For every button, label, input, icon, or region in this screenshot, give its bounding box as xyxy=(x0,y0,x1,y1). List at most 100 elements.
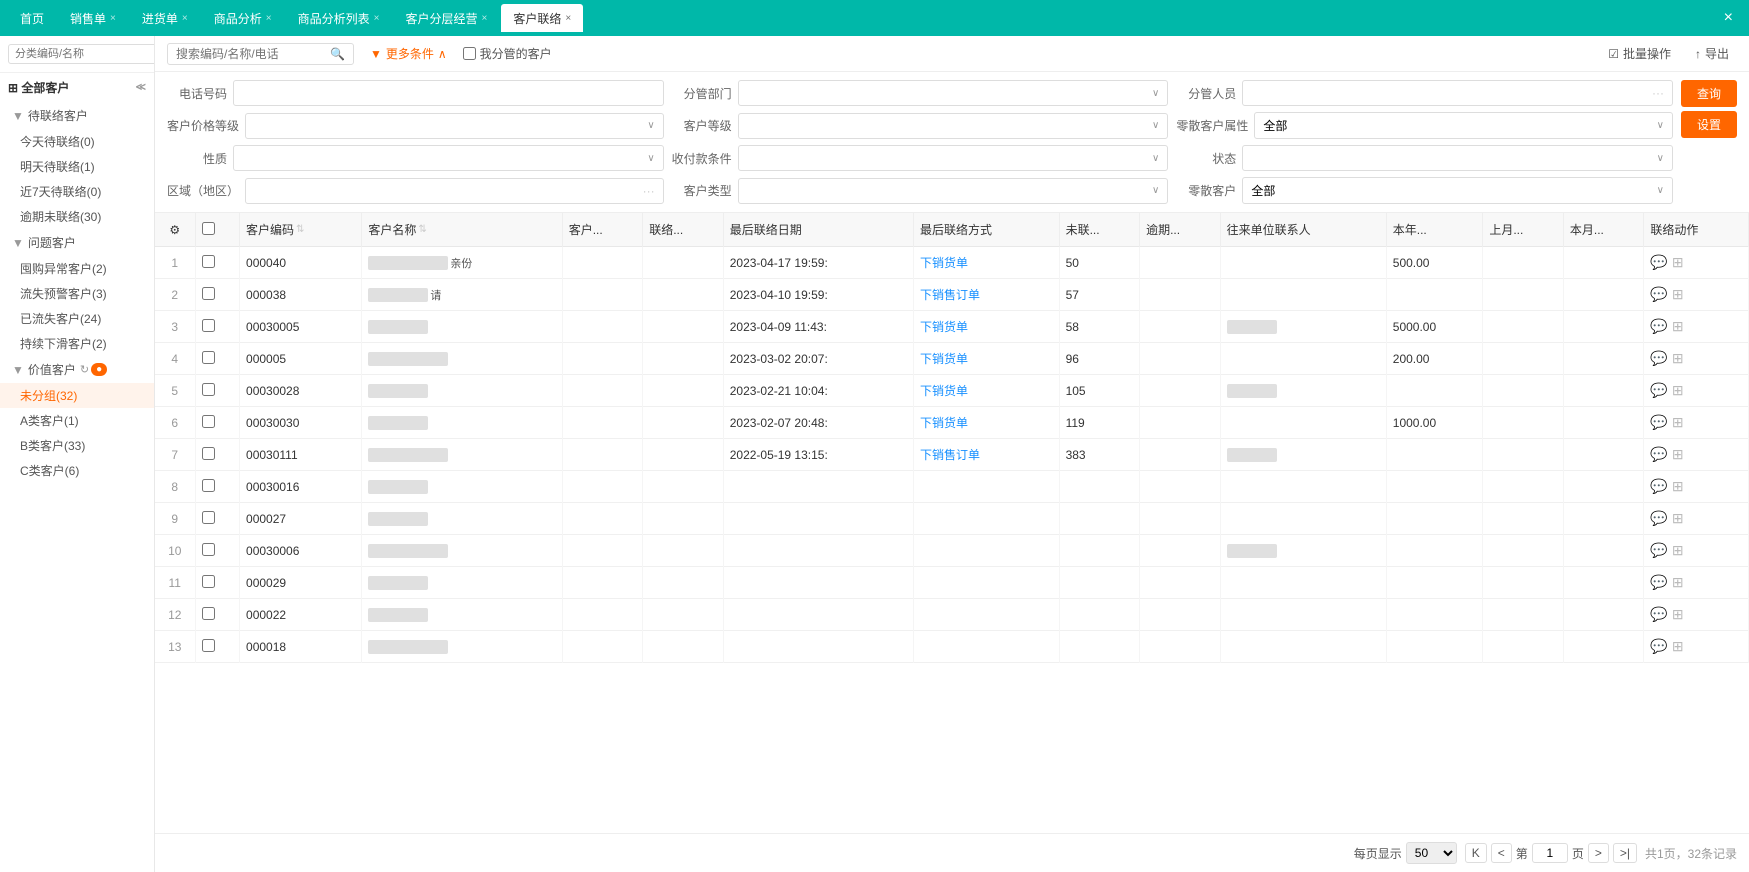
row-checkbox[interactable] xyxy=(202,255,215,268)
row-checkbox[interactable] xyxy=(202,575,215,588)
grid-icon[interactable]: ⊞ xyxy=(1672,478,1684,495)
row-checkbox-cell[interactable] xyxy=(195,247,240,279)
row-checkbox[interactable] xyxy=(202,543,215,556)
message-icon[interactable]: 💬 xyxy=(1650,638,1667,655)
type-column-header[interactable]: 客户... xyxy=(562,213,643,247)
row-checkbox-cell[interactable] xyxy=(195,439,240,471)
nav-customer-contact[interactable]: 客户联络 × xyxy=(501,4,583,32)
last-contact-method-cell[interactable]: 下销货单 xyxy=(913,375,1059,407)
last-contact-method-cell[interactable]: 下销货单 xyxy=(913,247,1059,279)
class-b-item[interactable]: B类客户(33) xyxy=(0,433,154,458)
filter-payment-select[interactable]: ∨ xyxy=(738,145,1169,171)
nav-customer-tier[interactable]: 客户分层经营 × xyxy=(393,4,499,32)
last-month-column-header[interactable]: 上月... xyxy=(1483,213,1564,247)
row-checkbox-cell[interactable] xyxy=(195,343,240,375)
row-checkbox[interactable] xyxy=(202,351,215,364)
row-checkbox[interactable] xyxy=(202,287,215,300)
row-checkbox-cell[interactable] xyxy=(195,567,240,599)
overdue-contact-item[interactable]: 逾期未联络(30) xyxy=(0,204,154,229)
nav-customer-tier-close[interactable]: × xyxy=(481,13,487,24)
value-customers-group[interactable]: ▼ 价值客户 ↻ ● xyxy=(0,356,154,383)
my-customers-checkbox[interactable]: 我分管的客户 xyxy=(463,45,552,62)
filter-phone-input[interactable] xyxy=(233,80,664,106)
row-checkbox-cell[interactable] xyxy=(195,311,240,343)
pending-contact-group[interactable]: ▼ 待联络客户 xyxy=(0,102,154,129)
row-checkbox-cell[interactable] xyxy=(195,503,240,535)
settings-button[interactable]: 设置 xyxy=(1681,111,1737,138)
message-icon[interactable]: 💬 xyxy=(1650,286,1667,303)
message-icon[interactable]: 💬 xyxy=(1650,318,1667,335)
class-a-item[interactable]: A类客户(1) xyxy=(0,408,154,433)
row-checkbox[interactable] xyxy=(202,511,215,524)
last-contact-method-cell[interactable]: 下销货单 xyxy=(913,311,1059,343)
grid-icon[interactable]: ⊞ xyxy=(1672,606,1684,623)
row-checkbox[interactable] xyxy=(202,607,215,620)
filter-status-select[interactable]: ∨ xyxy=(1242,145,1673,171)
nav-purchase-close[interactable]: × xyxy=(182,13,188,24)
last-contact-method-cell[interactable]: 下销售订单 xyxy=(913,439,1059,471)
row-checkbox-cell[interactable] xyxy=(195,535,240,567)
nav-product-analysis[interactable]: 商品分析 × xyxy=(202,4,284,32)
filter-customer-level-select[interactable]: ∨ xyxy=(738,113,1169,139)
row-checkbox-cell[interactable] xyxy=(195,631,240,663)
problem-customers-group[interactable]: ▼ 问题客户 xyxy=(0,229,154,256)
sidebar-search-input[interactable] xyxy=(8,44,155,64)
contact-person-column-header[interactable]: 往来单位联系人 xyxy=(1220,213,1386,247)
last-contact-method-cell[interactable]: 下销货单 xyxy=(913,407,1059,439)
all-customers-header[interactable]: ⊞ 全部客户 ≪ xyxy=(0,73,154,102)
filter-dept-select[interactable]: ∨ xyxy=(738,80,1169,106)
search-input[interactable] xyxy=(176,47,326,61)
grid-icon[interactable]: ⊞ xyxy=(1672,382,1684,399)
refresh-icon[interactable]: ↻ xyxy=(80,363,89,376)
prev-page-button[interactable]: < xyxy=(1491,843,1512,863)
row-checkbox[interactable] xyxy=(202,383,215,396)
code-column-header[interactable]: 客户编码 ⇅ xyxy=(240,213,362,247)
churn-warning-item[interactable]: 流失预警客户(3) xyxy=(0,281,154,306)
grid-icon[interactable]: ⊞ xyxy=(1672,574,1684,591)
row-checkbox[interactable] xyxy=(202,415,215,428)
week-pending-item[interactable]: 近7天待联络(0) xyxy=(0,179,154,204)
nav-customer-contact-close[interactable]: × xyxy=(565,13,571,24)
next-page-button[interactable]: > xyxy=(1588,843,1609,863)
message-icon[interactable]: 💬 xyxy=(1650,606,1667,623)
search-icon[interactable]: 🔍 xyxy=(330,47,345,61)
my-customers-check[interactable] xyxy=(463,47,476,60)
row-checkbox[interactable] xyxy=(202,319,215,332)
ungrouped-item[interactable]: 未分组(32) xyxy=(0,383,154,408)
grid-icon[interactable]: ⊞ xyxy=(1672,414,1684,431)
nav-product-analysis-list[interactable]: 商品分析列表 × xyxy=(286,4,392,32)
page-size-select[interactable]: 50 20 100 xyxy=(1406,842,1457,864)
row-checkbox-cell[interactable] xyxy=(195,279,240,311)
this-month-column-header[interactable]: 本月... xyxy=(1563,213,1644,247)
row-checkbox-cell[interactable] xyxy=(195,407,240,439)
churned-item[interactable]: 已流失客户(24) xyxy=(0,306,154,331)
grid-icon[interactable]: ⊞ xyxy=(1672,318,1684,335)
row-checkbox[interactable] xyxy=(202,479,215,492)
batch-ops-button[interactable]: ☑ 批量操作 xyxy=(1600,42,1679,65)
last-page-button[interactable]: >| xyxy=(1613,843,1637,863)
filter-person-select[interactable]: ··· xyxy=(1242,80,1673,106)
filter-region-select[interactable]: ··· xyxy=(245,178,664,204)
last-contact-date-column-header[interactable]: 最后联络日期 xyxy=(723,213,913,247)
first-page-button[interactable]: K xyxy=(1465,843,1487,863)
message-icon[interactable]: 💬 xyxy=(1650,510,1667,527)
gear-icon[interactable]: ⚙ xyxy=(169,223,180,237)
export-button[interactable]: ↑ 导出 xyxy=(1687,42,1737,65)
hoarding-abnormal-item[interactable]: 囤购异常客户(2) xyxy=(0,256,154,281)
page-number-input[interactable] xyxy=(1532,843,1568,863)
grid-icon[interactable]: ⊞ xyxy=(1672,350,1684,367)
name-column-header[interactable]: 客户名称 ⇅ xyxy=(362,213,562,247)
this-year-column-header[interactable]: 本年... xyxy=(1386,213,1483,247)
message-icon[interactable]: 💬 xyxy=(1650,574,1667,591)
code-col-sort[interactable]: ⇅ xyxy=(296,224,304,235)
message-icon[interactable]: 💬 xyxy=(1650,542,1667,559)
nav-purchase[interactable]: 进货单 × xyxy=(130,4,200,32)
message-icon[interactable]: 💬 xyxy=(1650,446,1667,463)
grid-icon[interactable]: ⊞ xyxy=(1672,542,1684,559)
filter-nature-select[interactable]: ∨ xyxy=(233,145,664,171)
row-checkbox[interactable] xyxy=(202,447,215,460)
message-icon[interactable]: 💬 xyxy=(1650,414,1667,431)
row-checkbox-cell[interactable] xyxy=(195,599,240,631)
nav-home[interactable]: 首页 xyxy=(8,4,56,32)
nav-sales-close[interactable]: × xyxy=(110,13,116,24)
